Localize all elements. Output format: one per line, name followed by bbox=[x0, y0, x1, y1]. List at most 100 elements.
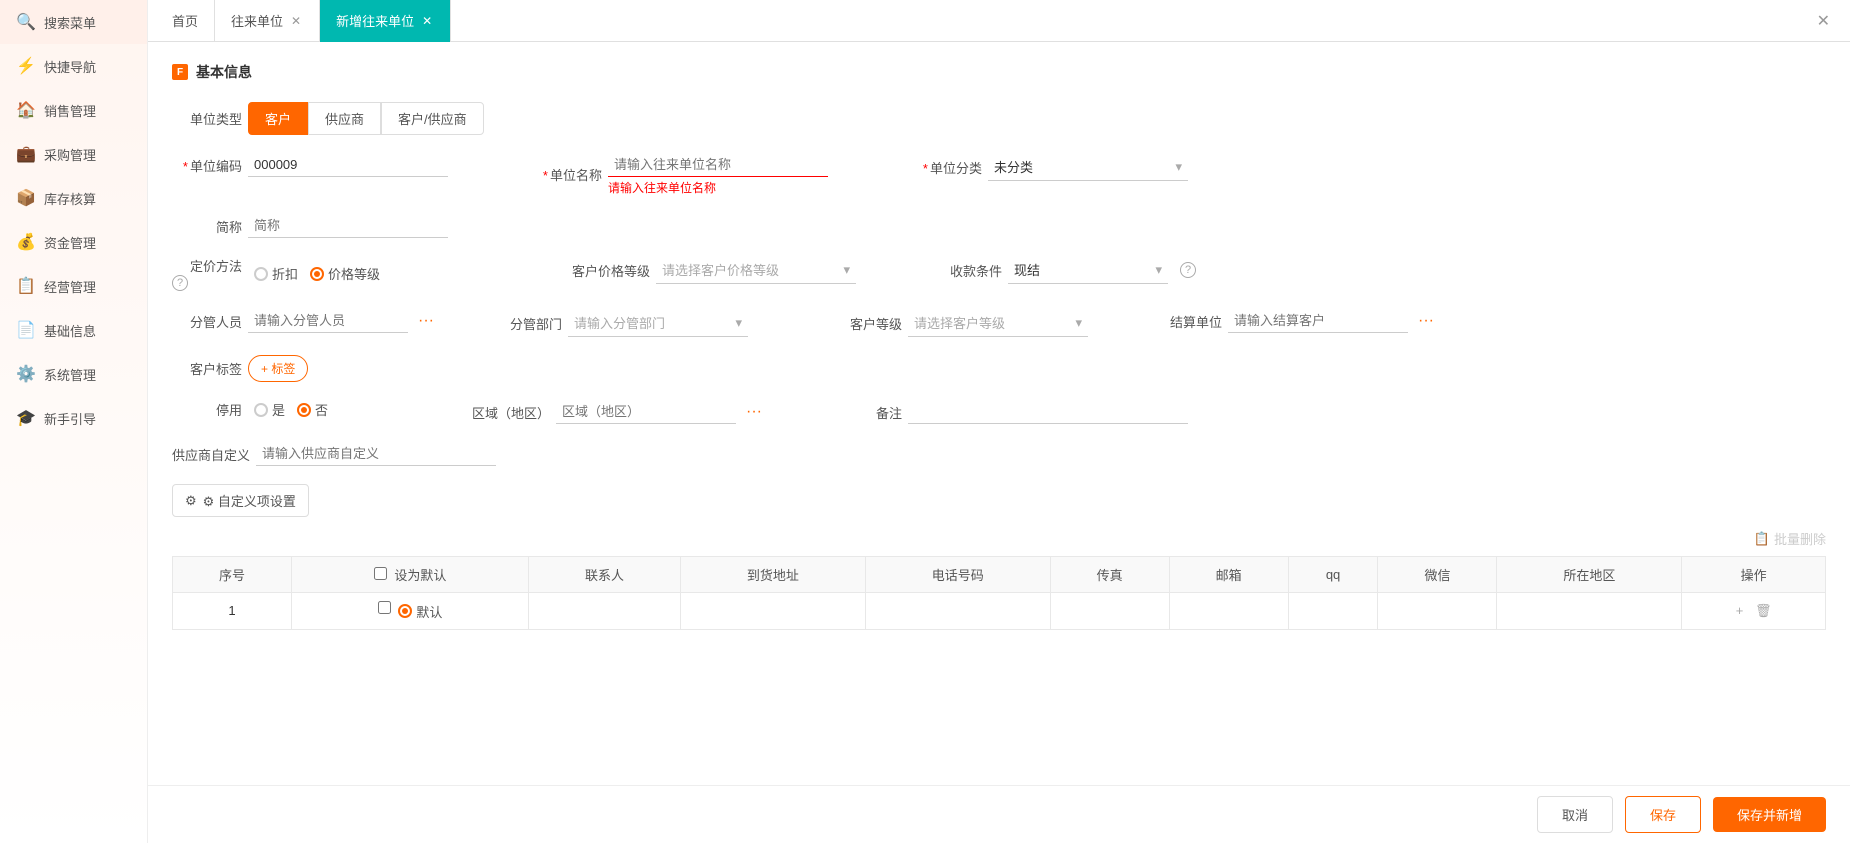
customer-price-level-label: 客户价格等级 bbox=[572, 261, 650, 280]
region-label: 区域（地区） bbox=[472, 403, 550, 422]
unit-type-label: 单位类型 bbox=[172, 109, 242, 128]
remarks-label: 备注 bbox=[832, 403, 902, 422]
home-icon: 🏠 bbox=[16, 100, 36, 120]
sidebar-item-operations[interactable]: 📋 经营管理 bbox=[0, 264, 147, 308]
unit-type-buttons: 客户 供应商 客户/供应商 bbox=[248, 102, 484, 135]
batch-delete-label[interactable]: 批量删除 bbox=[1774, 529, 1826, 548]
col-email: 邮箱 bbox=[1169, 557, 1288, 593]
content-area: F 基本信息 单位类型 客户 供应商 客户/供应商 *单位编码 *单位名称 bbox=[148, 42, 1850, 785]
add-row-btn[interactable]: + bbox=[1736, 603, 1744, 618]
customer-level-label: 客户等级 bbox=[832, 314, 902, 333]
sidebar-item-basic-info[interactable]: 📄 基础信息 bbox=[0, 308, 147, 352]
settlement-unit-field: 结算单位 ··· bbox=[1152, 309, 1826, 333]
level-radio-circle bbox=[310, 267, 324, 281]
settlement-more-btn[interactable]: ··· bbox=[1414, 312, 1438, 330]
pricing-discount-radio[interactable]: 折扣 bbox=[254, 264, 298, 283]
supervisor-input[interactable] bbox=[248, 309, 408, 333]
disabled-radio-group: 是 否 bbox=[254, 400, 328, 419]
row-checkbox[interactable] bbox=[378, 601, 391, 614]
col-fax: 传真 bbox=[1050, 557, 1169, 593]
cell-index: 1 bbox=[173, 593, 292, 630]
sidebar-item-system[interactable]: ⚙️ 系统管理 bbox=[0, 352, 147, 396]
customer-price-level-select[interactable]: 请选择客户价格等级 ▾ bbox=[656, 256, 856, 284]
sidebar-item-purchase[interactable]: 💼 采购管理 bbox=[0, 132, 147, 176]
supervisor-label: 分管人员 bbox=[172, 312, 242, 331]
region-input[interactable] bbox=[556, 400, 736, 424]
region-more-btn[interactable]: ··· bbox=[742, 403, 766, 421]
col-phone: 电话号码 bbox=[865, 557, 1050, 593]
supervisor-more-btn[interactable]: ··· bbox=[414, 312, 438, 330]
col-region: 所在地区 bbox=[1497, 557, 1682, 593]
tab-new-trade-unit-close[interactable]: ✕ bbox=[420, 14, 434, 28]
abbreviation-label: 简称 bbox=[172, 217, 242, 236]
sidebar-item-sales[interactable]: 🏠 销售管理 bbox=[0, 88, 147, 132]
cell-fax bbox=[1050, 593, 1169, 630]
unit-type-row: 单位类型 客户 供应商 客户/供应商 bbox=[172, 102, 1826, 135]
gear-icon: ⚙️ bbox=[16, 364, 36, 384]
region-field: 区域（地区） ··· bbox=[472, 400, 812, 424]
customer-tag-label: 客户标签 bbox=[172, 359, 242, 378]
disabled-yes-radio[interactable]: 是 bbox=[254, 400, 285, 419]
customer-level-select[interactable]: 请选择客户等级 ▾ bbox=[908, 309, 1088, 337]
unit-name-container: 请输入往来单位名称 bbox=[608, 153, 828, 196]
save-button[interactable]: 保存 bbox=[1625, 796, 1701, 833]
sidebar-item-finance[interactable]: 💰 资金管理 bbox=[0, 220, 147, 264]
tab-new-trade-unit[interactable]: 新增往来单位 ✕ bbox=[320, 0, 451, 42]
guide-icon: 🎓 bbox=[16, 408, 36, 428]
remarks-input[interactable] bbox=[908, 400, 1188, 424]
unit-code-input[interactable] bbox=[248, 153, 448, 177]
tab-home[interactable]: 首页 bbox=[156, 0, 215, 42]
tab-trade-unit[interactable]: 往来单位 ✕ bbox=[215, 0, 320, 42]
unit-type-field: 单位类型 客户 供应商 客户/供应商 bbox=[172, 102, 1826, 135]
code-name-category-row: *单位编码 *单位名称 请输入往来单位名称 *单位分类 未分类 ▾ bbox=[172, 153, 1826, 196]
cancel-button[interactable]: 取消 bbox=[1537, 796, 1613, 833]
window-close-button[interactable]: ✕ bbox=[1805, 11, 1842, 31]
unit-type-supplier-btn[interactable]: 供应商 bbox=[308, 102, 381, 135]
doc-icon: 📄 bbox=[16, 320, 36, 340]
unit-name-field: *单位名称 请输入往来单位名称 bbox=[532, 153, 892, 196]
clipboard-icon: 📋 bbox=[16, 276, 36, 296]
money-icon: 💰 bbox=[16, 232, 36, 252]
cell-address bbox=[680, 593, 865, 630]
default-radio[interactable]: 默认 bbox=[398, 602, 442, 621]
section-icon: F bbox=[172, 64, 188, 80]
save-new-button[interactable]: 保存并新增 bbox=[1713, 797, 1826, 832]
department-chevron-icon: ▾ bbox=[735, 315, 742, 331]
unit-type-customer-btn[interactable]: 客户 bbox=[248, 102, 308, 135]
unit-code-field: *单位编码 bbox=[172, 153, 512, 177]
delete-row-btn[interactable]: 🗑 bbox=[1755, 603, 1772, 618]
department-label: 分管部门 bbox=[492, 314, 562, 333]
payment-terms-select[interactable]: 现结 ▾ bbox=[1008, 256, 1168, 284]
sidebar-item-search[interactable]: 🔍 搜索菜单 bbox=[0, 0, 147, 44]
col-contact: 联系人 bbox=[529, 557, 681, 593]
unit-category-label: *单位分类 bbox=[912, 158, 982, 177]
col-default: 设为默认 bbox=[292, 557, 529, 593]
sidebar-item-quick-nav[interactable]: ⚡ 快捷导航 bbox=[0, 44, 147, 88]
department-field: 分管部门 请输入分管部门 ▾ bbox=[492, 309, 812, 337]
disabled-no-radio[interactable]: 否 bbox=[297, 400, 328, 419]
pricing-radio-group: 折扣 价格等级 bbox=[254, 264, 380, 283]
customer-level-field: 客户等级 请选择客户等级 ▾ bbox=[832, 309, 1132, 337]
payment-help-icon[interactable]: ? bbox=[1180, 262, 1196, 278]
sidebar-item-newbie[interactable]: 🎓 新手引导 bbox=[0, 396, 147, 440]
abbreviation-input[interactable] bbox=[248, 214, 448, 238]
unit-category-select[interactable]: 未分类 ▾ bbox=[988, 153, 1188, 181]
disabled-region-row: 停用 是 否 区域（地区） ··· 备注 bbox=[172, 400, 1826, 424]
cell-region bbox=[1497, 593, 1682, 630]
pricing-help-icon[interactable]: ? bbox=[172, 275, 188, 291]
custom-settings-button[interactable]: ⚙ ⚙ 自定义项设置 bbox=[172, 484, 309, 517]
search-icon: 🔍 bbox=[16, 12, 36, 32]
disabled-field: 停用 是 否 bbox=[172, 400, 452, 419]
unit-name-input[interactable] bbox=[608, 153, 828, 177]
unit-type-both-btn[interactable]: 客户/供应商 bbox=[381, 102, 484, 135]
add-tag-button[interactable]: + 标签 bbox=[248, 355, 308, 382]
tab-trade-unit-close[interactable]: ✕ bbox=[289, 14, 303, 28]
pricing-level-radio[interactable]: 价格等级 bbox=[310, 264, 380, 283]
department-select[interactable]: 请输入分管部门 ▾ bbox=[568, 309, 748, 337]
select-all-checkbox[interactable] bbox=[374, 567, 387, 580]
batch-delete-icon: 📋 bbox=[1754, 531, 1770, 547]
supplier-custom-input[interactable] bbox=[256, 442, 496, 466]
customer-level-chevron-icon: ▾ bbox=[1075, 315, 1082, 331]
settlement-unit-input[interactable] bbox=[1228, 309, 1408, 333]
sidebar-item-inventory[interactable]: 📦 库存核算 bbox=[0, 176, 147, 220]
